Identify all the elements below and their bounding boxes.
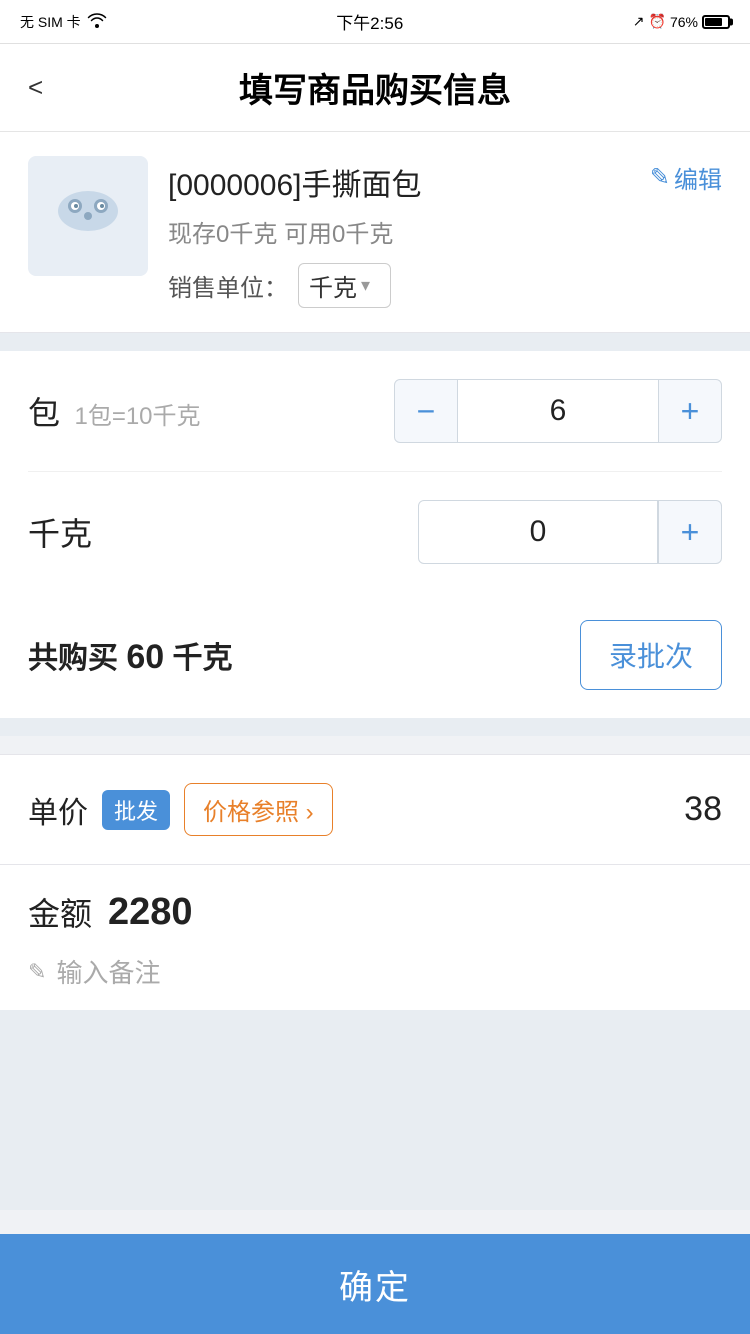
product-name: [0000006]手撕面包	[168, 160, 722, 204]
price-ref-button[interactable]: 价格参照 ›	[184, 783, 333, 836]
status-right: ↗ ⏰ 76%	[633, 13, 730, 30]
wifi-icon	[87, 12, 107, 31]
summary-amount: 60	[126, 638, 164, 676]
unit-value: 千克	[309, 268, 357, 303]
back-button[interactable]: <	[28, 72, 43, 103]
batch-button[interactable]: 录批次	[580, 620, 722, 690]
kg-label-group: 千克	[28, 509, 92, 555]
section-divider-2	[0, 718, 750, 736]
remark-row[interactable]: ✎ 输入备注	[28, 953, 722, 990]
edit-icon: ✎	[650, 163, 670, 192]
kg-input-row: 千克 +	[28, 472, 722, 592]
package-stepper: − +	[394, 379, 722, 443]
product-stock: 现存0千克 可用0千克	[168, 214, 722, 249]
unit-label: 销售单位：	[168, 268, 288, 303]
price-tag: 批发	[102, 790, 170, 830]
remark-placeholder: 输入备注	[56, 953, 160, 990]
kg-increment-button[interactable]: +	[658, 500, 722, 564]
edit-label: 编辑	[674, 160, 722, 195]
section-divider-1	[0, 333, 750, 351]
alarm-icon: ⏰	[649, 13, 666, 30]
content-spacer	[0, 1010, 750, 1210]
package-label-group: 包 1包=10千克	[28, 388, 201, 434]
package-increment-button[interactable]: +	[658, 379, 722, 443]
package-label: 包	[28, 395, 60, 431]
product-section: [0000006]手撕面包 现存0千克 可用0千克 销售单位： 千克 ▾ ✎ 编…	[0, 132, 750, 333]
package-input-row: 包 1包=10千克 − +	[28, 351, 722, 472]
edit-button[interactable]: ✎ 编辑	[650, 160, 722, 195]
status-left: 无 SIM 卡	[20, 12, 107, 32]
product-info: [0000006]手撕面包 现存0千克 可用0千克 销售单位： 千克 ▾	[168, 156, 722, 308]
status-bar: 无 SIM 卡 下午2:56 ↗ ⏰ 76%	[0, 0, 750, 44]
unit-arrow-icon: ▾	[361, 275, 370, 296]
status-time: 下午2:56	[336, 9, 403, 34]
nav-bar: < 填写商品购买信息	[0, 44, 750, 132]
amount-label: 金额	[28, 889, 92, 935]
product-unit-row: 销售单位： 千克 ▾	[168, 263, 722, 308]
package-decrement-button[interactable]: −	[394, 379, 458, 443]
amount-row: 金额 2280	[28, 889, 722, 935]
amount-value: 2280	[108, 891, 193, 934]
package-hint: 1包=10千克	[74, 403, 200, 430]
kg-input[interactable]	[418, 500, 658, 564]
product-logo-icon	[53, 186, 123, 246]
battery-icon	[702, 15, 730, 29]
price-value: 38	[684, 790, 722, 829]
summary-suffix: 千克	[164, 642, 232, 675]
package-input[interactable]	[458, 379, 658, 443]
kg-stepper: +	[418, 500, 722, 564]
pencil-icon: ✎	[28, 959, 46, 985]
kg-label: 千克	[28, 516, 92, 552]
footer[interactable]: 确定	[0, 1234, 750, 1334]
price-label: 单价	[28, 788, 88, 832]
price-label-row: 单价 批发 价格参照 ›	[28, 783, 333, 836]
page-title: 填写商品购买信息	[239, 63, 511, 112]
summary-text: 共购买 60 千克	[28, 633, 233, 677]
amount-section: 金额 2280 ✎ 输入备注	[0, 864, 750, 1010]
summary-section: 共购买 60 千克 录批次	[0, 592, 750, 718]
product-image	[28, 156, 148, 276]
location-icon: ↗	[633, 13, 645, 30]
summary-prefix: 共购买	[28, 642, 126, 675]
confirm-button[interactable]: 确定	[339, 1260, 411, 1309]
battery-percent: 76%	[670, 14, 698, 30]
unit-select[interactable]: 千克 ▾	[298, 263, 391, 308]
carrier-label: 无 SIM 卡	[20, 12, 81, 32]
price-section: 单价 批发 价格参照 › 38	[0, 754, 750, 864]
package-input-section: 包 1包=10千克 − + 千克 +	[0, 351, 750, 592]
